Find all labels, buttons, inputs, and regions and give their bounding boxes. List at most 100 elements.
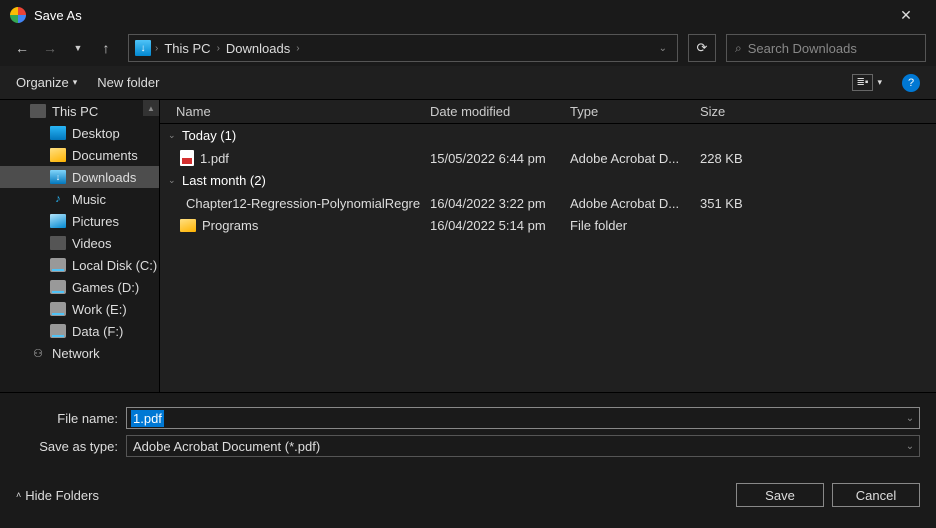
column-date[interactable]: Date modified (420, 104, 560, 119)
column-size[interactable]: Size (690, 104, 770, 119)
disk-icon (50, 324, 66, 338)
search-icon: ⌕ (735, 41, 742, 56)
history-dropdown-icon[interactable]: ⌄ (655, 43, 671, 54)
sidebar-item-downloads[interactable]: Downloads (0, 166, 159, 188)
file-date: 16/04/2022 3:22 pm (420, 196, 560, 211)
pdf-icon (180, 150, 194, 166)
filename-input-wrap[interactable]: 1.pdf ⌄ (126, 407, 920, 429)
sidebar-item-documents[interactable]: Documents (0, 144, 159, 166)
file-group-header[interactable]: ⌄Last month (2) (160, 169, 936, 192)
file-group-header[interactable]: ⌄Today (1) (160, 124, 936, 147)
filename-label: File name: (16, 411, 126, 426)
file-name: 1.pdf (200, 151, 229, 166)
column-type[interactable]: Type (560, 104, 690, 119)
breadcrumb-thispc[interactable]: This PC (162, 41, 212, 56)
sidebar-item-games-d-[interactable]: Games (D:) (0, 276, 159, 298)
chevron-right-icon[interactable]: › (296, 43, 299, 54)
address-bar[interactable]: ↓ › This PC › Downloads › ⌄ (128, 34, 678, 62)
scroll-up-icon[interactable]: ▲ (143, 100, 159, 116)
bottom-panel: File name: 1.pdf ⌄ Save as type: Adobe A… (0, 392, 936, 517)
file-row[interactable]: Programs16/04/2022 5:14 pmFile folder (160, 214, 936, 236)
file-row[interactable]: 1.pdf 15/05/2022 6:44 pmAdobe Acrobat D..… (160, 147, 936, 169)
back-button[interactable]: ← (10, 36, 34, 60)
column-name[interactable]: Name (160, 104, 420, 119)
sidebar-item-music[interactable]: ♪Music (0, 188, 159, 210)
file-type: Adobe Acrobat D... (560, 151, 690, 166)
sidebar-item-work-e-[interactable]: Work (E:) (0, 298, 159, 320)
view-options-button[interactable]: ≣▪ ▾ (852, 74, 882, 91)
file-date: 15/05/2022 6:44 pm (420, 151, 560, 166)
navbar: ← → ▼ ↑ ↓ › This PC › Downloads › ⌄ ⟳ ⌕ … (0, 30, 936, 66)
file-list: Name Date modified Type Size ⌄Today (1)1… (160, 100, 936, 392)
file-name: Chapter12-Regression-PolynomialRegres... (186, 196, 420, 211)
hide-folders-label: Hide Folders (25, 488, 99, 503)
recent-locations-button[interactable]: ▼ (66, 36, 90, 60)
sidebar-item-label: Work (E:) (72, 302, 127, 317)
chrome-icon (10, 7, 26, 23)
folder-icon (180, 219, 196, 232)
sidebar-item-local-disk-c-[interactable]: Local Disk (C:) (0, 254, 159, 276)
toolbar: Organize ▾ New folder ≣▪ ▾ ? (0, 66, 936, 100)
sidebar-item-label: Local Disk (C:) (72, 258, 157, 273)
downloads-location-icon: ↓ (135, 40, 151, 56)
sidebar-item-label: Network (52, 346, 100, 361)
desktop-icon (50, 126, 66, 140)
sidebar-item-label: Data (F:) (72, 324, 123, 339)
savetype-dropdown-icon[interactable]: ⌄ (901, 441, 919, 452)
main-area: ▲ This PC Desktop Documents Downloads ♪Music… (0, 100, 936, 392)
save-label: Save (765, 488, 795, 503)
savetype-value: Adobe Acrobat Document (*.pdf) (127, 439, 901, 454)
disk-icon (50, 302, 66, 316)
file-size: 228 KB (690, 151, 770, 166)
file-type: Adobe Acrobat D... (560, 196, 690, 211)
sidebar-item-pictures[interactable]: Pictures (0, 210, 159, 232)
file-date: 16/04/2022 5:14 pm (420, 218, 560, 233)
sidebar-item-network[interactable]: ⚇Network (0, 342, 159, 364)
sidebar-item-desktop[interactable]: Desktop (0, 122, 159, 144)
chevron-down-icon: ⌄ (168, 130, 178, 141)
videos-icon (50, 236, 66, 250)
search-placeholder: Search Downloads (748, 41, 857, 56)
help-button[interactable]: ? (902, 74, 920, 92)
sidebar-item-this-pc[interactable]: This PC (0, 100, 159, 122)
pictures-icon (50, 214, 66, 228)
sidebar-item-label: Documents (72, 148, 138, 163)
close-button[interactable]: ✕ (886, 0, 926, 30)
navigation-pane: ▲ This PC Desktop Documents Downloads ♪Music… (0, 100, 160, 392)
folder-sys-icon (50, 148, 66, 162)
search-box[interactable]: ⌕ Search Downloads (726, 34, 926, 62)
up-button[interactable]: ↑ (94, 36, 118, 60)
chevron-down-icon: ▾ (877, 77, 882, 88)
sidebar-item-data-f-[interactable]: Data (F:) (0, 320, 159, 342)
organize-menu[interactable]: Organize ▾ (16, 75, 77, 90)
file-name: Programs (202, 218, 258, 233)
breadcrumb-downloads[interactable]: Downloads (224, 41, 292, 56)
sidebar-item-label: Games (D:) (72, 280, 139, 295)
sidebar-item-label: Downloads (72, 170, 136, 185)
sidebar-item-label: This PC (52, 104, 98, 119)
sidebar-item-videos[interactable]: Videos (0, 232, 159, 254)
view-details-icon: ≣▪ (852, 74, 874, 91)
titlebar: Save As ✕ (0, 0, 936, 30)
refresh-button[interactable]: ⟳ (688, 34, 716, 62)
new-folder-label: New folder (97, 75, 159, 90)
cancel-button[interactable]: Cancel (832, 483, 920, 507)
save-button[interactable]: Save (736, 483, 824, 507)
disk-icon (50, 280, 66, 294)
filename-input[interactable]: 1.pdf (131, 410, 164, 427)
group-title: Last month (2) (182, 173, 266, 188)
savetype-label: Save as type: (16, 439, 126, 454)
savetype-select[interactable]: Adobe Acrobat Document (*.pdf) ⌄ (126, 435, 920, 457)
new-folder-button[interactable]: New folder (97, 75, 159, 90)
chevron-right-icon[interactable]: › (217, 43, 220, 54)
chevron-right-icon[interactable]: › (155, 43, 158, 54)
hide-folders-toggle[interactable]: ˄ Hide Folders (16, 488, 99, 503)
forward-button[interactable]: → (38, 36, 62, 60)
disk-icon (50, 258, 66, 272)
column-headers: Name Date modified Type Size (160, 100, 936, 124)
sidebar-item-label: Desktop (72, 126, 120, 141)
file-row[interactable]: Chapter12-Regression-PolynomialRegres...… (160, 192, 936, 214)
filename-dropdown-icon[interactable]: ⌄ (901, 413, 919, 424)
chevron-up-icon: ˄ (16, 490, 21, 500)
sidebar-item-label: Pictures (72, 214, 119, 229)
